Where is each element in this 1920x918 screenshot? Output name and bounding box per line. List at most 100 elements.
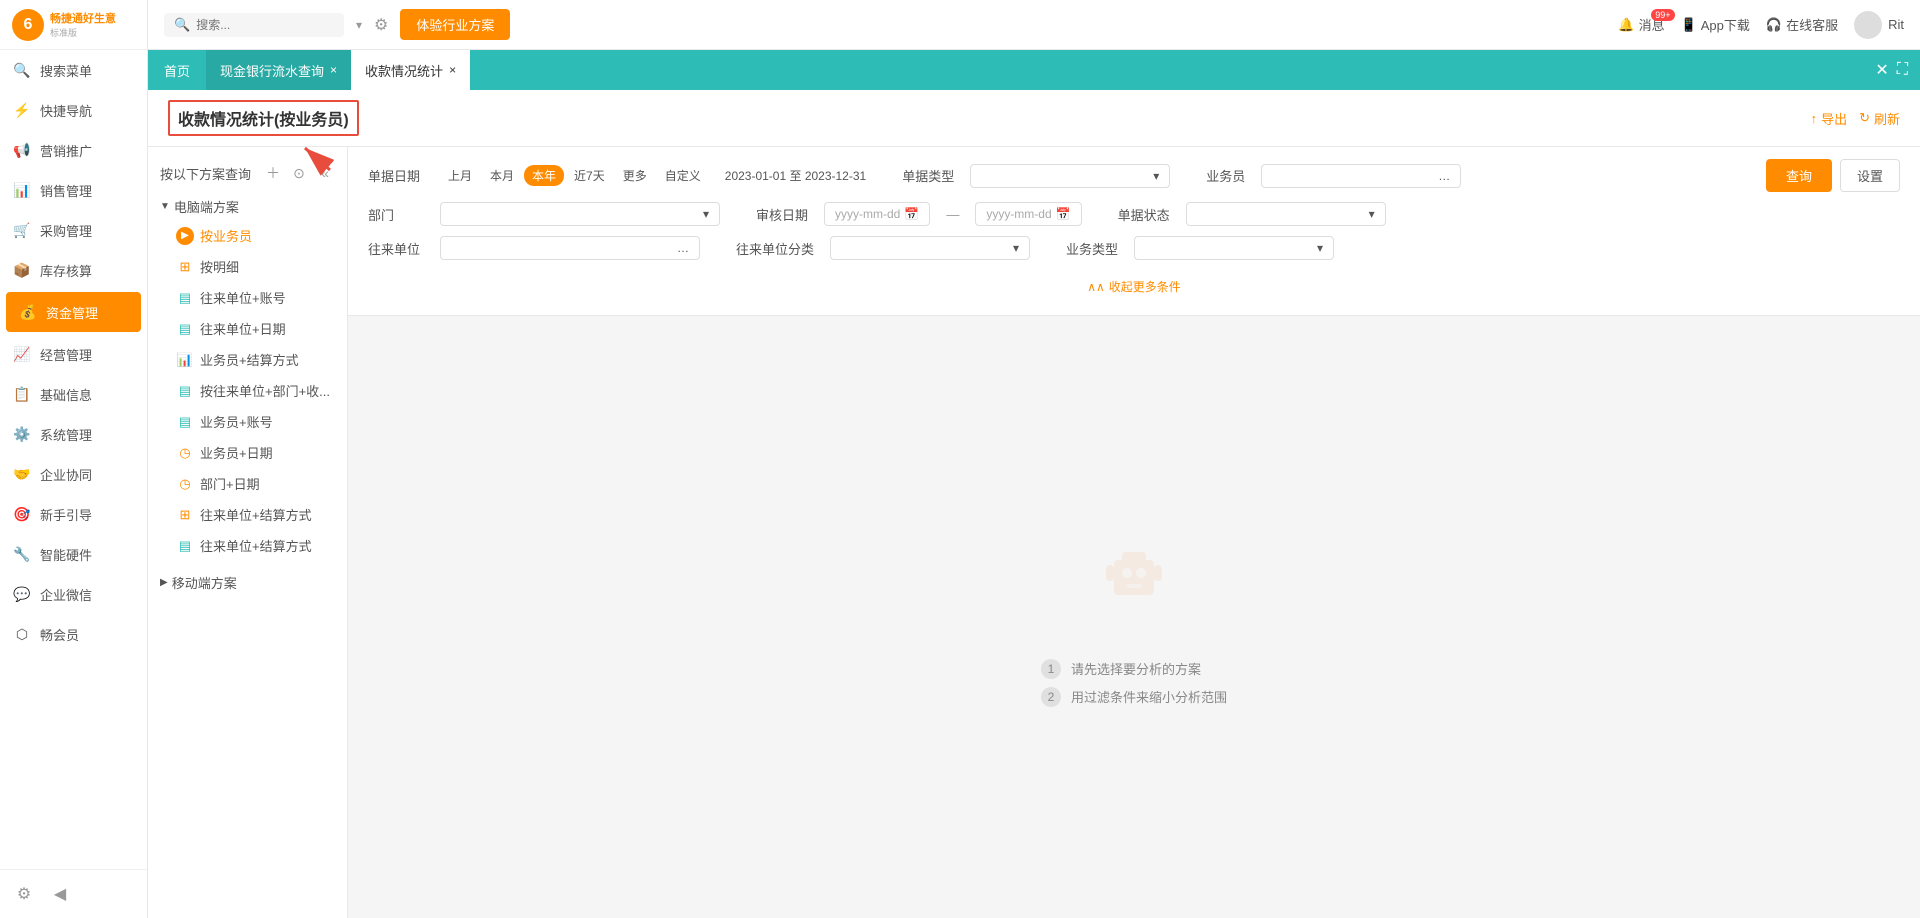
tree-item-by-detail[interactable]: ⊞ 按明细 [148,251,347,282]
salesman-label: 业务员 [1206,169,1245,184]
tree-item-dept-date[interactable]: ◷ 部门+日期 [148,468,347,499]
refresh-btn[interactable]: ↻ 刷新 [1859,109,1900,128]
tabbar-expand-btn[interactable]: ⛶ [1897,61,1908,79]
sidebar-item-member[interactable]: ⬡ 畅会员 [0,614,147,654]
collapse-bar[interactable]: ∧∧ 收起更多条件 [368,270,1900,303]
topbar-search-box[interactable]: 🔍 [164,13,344,37]
tab-collection-stats-close[interactable]: × [449,63,456,77]
date-tab-this-month[interactable]: 本月 [482,165,522,186]
chart-icon: 📈 [12,344,32,364]
review-date-group: 审核日期 [756,205,808,224]
step-num-2: 2 [1041,687,1061,707]
tree-section-pc: ▼ 电脑端方案 ▶ 按业务员 ⊞ 按明细 ▤ 往来单位+账号 [148,189,347,565]
trial-btn[interactable]: 体验行业方案 [400,9,510,40]
box-icon: 📦 [12,260,32,280]
topbar-chevron-icon[interactable]: ▾ [356,18,362,32]
review-date-start[interactable]: yyyy-mm-dd 📅 [824,202,930,226]
export-btn[interactable]: ↑ 导出 [1811,109,1848,128]
body-layout: 按以下方案查询 ＋ ⊙ « ▼ 电脑端方案 ▶ 按业务员 [148,147,1920,918]
review-date-end[interactable]: yyyy-mm-dd 📅 [975,202,1081,226]
cart-icon: 🛒 [12,220,32,240]
sidebar-item-system[interactable]: ⚙️ 系统管理 [0,414,147,454]
sidebar-item-wechat[interactable]: 💬 企业微信 [0,574,147,614]
unit-classification-select[interactable]: ▾ [830,236,1030,260]
scheme-settings-btn[interactable]: ⊙ [289,163,309,183]
sidebar-item-search[interactable]: 🔍 搜索菜单 [0,50,147,90]
query-btn[interactable]: 查询 [1766,159,1832,192]
tab-collection-stats[interactable]: 收款情况统计 × [351,50,470,90]
dept-select[interactable]: ▾ [440,202,720,226]
date-tab-last-month[interactable]: 上月 [440,165,480,186]
doc-status-select[interactable]: ▾ [1186,202,1386,226]
sidebar-item-guide[interactable]: 🎯 新手引导 [0,494,147,534]
from-unit-select[interactable]: … [440,236,700,260]
collapse-panel-btn[interactable]: « [315,163,335,183]
data-area: 1 请先选择要分析的方案 2 用过滤条件来缩小分析范围 [348,316,1920,918]
empty-step-2: 2 用过滤条件来缩小分析范围 [1041,687,1227,707]
tree-item-salesman-settlement[interactable]: 📊 业务员+结算方式 [148,344,347,375]
sidebar-item-finance[interactable]: 💰 资金管理 [6,292,141,332]
empty-steps: 1 请先选择要分析的方案 2 用过滤条件来缩小分析范围 [1041,659,1227,715]
sidebar-collapse-btn[interactable]: ◀ [46,880,74,908]
biz-type-group: 业务类型 [1066,239,1118,258]
sidebar-item-hardware[interactable]: 🔧 智能硬件 [0,534,147,574]
target-icon: 🎯 [12,504,32,524]
refresh-icon: ↻ [1859,110,1870,126]
tabbar-close-btn[interactable]: ✕ [1875,60,1888,80]
sidebar-item-purchase[interactable]: 🛒 采购管理 [0,210,147,250]
app-download-btn[interactable]: 📱 App下载 [1681,15,1750,34]
online-service-btn[interactable]: 🎧 在线客服 [1766,15,1838,34]
list-icon: 📋 [12,384,32,404]
clock-icon: ◷ [176,444,194,462]
chevron-down-dept-icon: ▾ [703,207,709,221]
sidebar-item-inventory[interactable]: 📦 库存核算 [0,250,147,290]
tree-item-unit-account[interactable]: ▤ 往来单位+账号 [148,282,347,313]
date-range-text: 2023-01-01 至 2023-12-31 [725,167,866,184]
sidebar-item-marketing[interactable]: 📢 营销推广 [0,130,147,170]
tree-item-by-salesman[interactable]: ▶ 按业务员 [148,220,347,251]
sidebar-item-operations[interactable]: 📈 经营管理 [0,334,147,374]
doc-type-select[interactable]: ▾ [970,164,1170,188]
user-area[interactable]: Rit [1854,11,1904,39]
search-icon: 🔍 [174,17,190,33]
biz-type-select[interactable]: ▾ [1134,236,1334,260]
salesman-group: 业务员 [1206,166,1245,185]
message-btn[interactable]: 🔔 消息 99+ [1618,15,1664,34]
sidebar-item-basic[interactable]: 📋 基础信息 [0,374,147,414]
phone-icon: 📱 [1681,17,1697,33]
sidebar-item-sales[interactable]: 📊 销售管理 [0,170,147,210]
tree-item-salesman-date[interactable]: ◷ 业务员+日期 [148,437,347,468]
tree-header-mobile[interactable]: ▶ 移动端方案 [148,569,347,596]
tab-bank-flow[interactable]: 现金银行流水查询 × [206,50,351,90]
more-icon: … [1438,169,1450,183]
date-tab-custom[interactable]: 自定义 [657,165,709,186]
add-scheme-btn[interactable]: ＋ [263,163,283,183]
table2-icon: ▤ [176,320,194,338]
settings-btn[interactable]: 设置 [1840,159,1900,192]
topbar-gear-icon[interactable]: ⚙ [374,15,388,35]
tree-item-unit-dept-collect[interactable]: ▤ 按往来单位+部门+收... [148,375,347,406]
date-tab-7days[interactable]: 近7天 [566,165,613,186]
tree-header-pc[interactable]: ▼ 电脑端方案 [148,193,347,220]
tree-item-salesman-account[interactable]: ▤ 业务员+账号 [148,406,347,437]
tree-item-unit-settlement1[interactable]: ⊞ 往来单位+结算方式 [148,499,347,530]
tabbar-right: ✕ ⛶ [1875,60,1920,80]
page-header: 收款情况统计(按业务员) ↑ 导出 ↻ 刷新 [148,90,1920,147]
main-content: 🔍 ▾ ⚙ 体验行业方案 🔔 消息 99+ 📱 App下载 🎧 在线客服 Rit [148,0,1920,918]
tree-arrow-icon: ▼ [160,201,170,212]
unit-classification-group: 往来单位分类 [736,239,814,258]
tab-bank-flow-close[interactable]: × [330,63,337,77]
search-input[interactable] [196,18,316,32]
member-icon: ⬡ [12,624,32,644]
tab-home[interactable]: 首页 [148,50,206,90]
tree-item-unit-settlement2[interactable]: ▤ 往来单位+结算方式 [148,530,347,561]
chevron-down-class-icon: ▾ [1013,241,1019,255]
date-tab-more[interactable]: 更多 [615,165,655,186]
salesman-select[interactable]: … [1261,164,1461,188]
sidebar-item-enterprise[interactable]: 🤝 企业协同 [0,454,147,494]
sidebar-settings-btn[interactable]: ⚙ [10,880,38,908]
sidebar-item-quick-nav[interactable]: ⚡ 快捷导航 [0,90,147,130]
date-tab-this-year[interactable]: 本年 [524,165,564,186]
tree-item-unit-date[interactable]: ▤ 往来单位+日期 [148,313,347,344]
topbar: 🔍 ▾ ⚙ 体验行业方案 🔔 消息 99+ 📱 App下载 🎧 在线客服 Rit [148,0,1920,50]
